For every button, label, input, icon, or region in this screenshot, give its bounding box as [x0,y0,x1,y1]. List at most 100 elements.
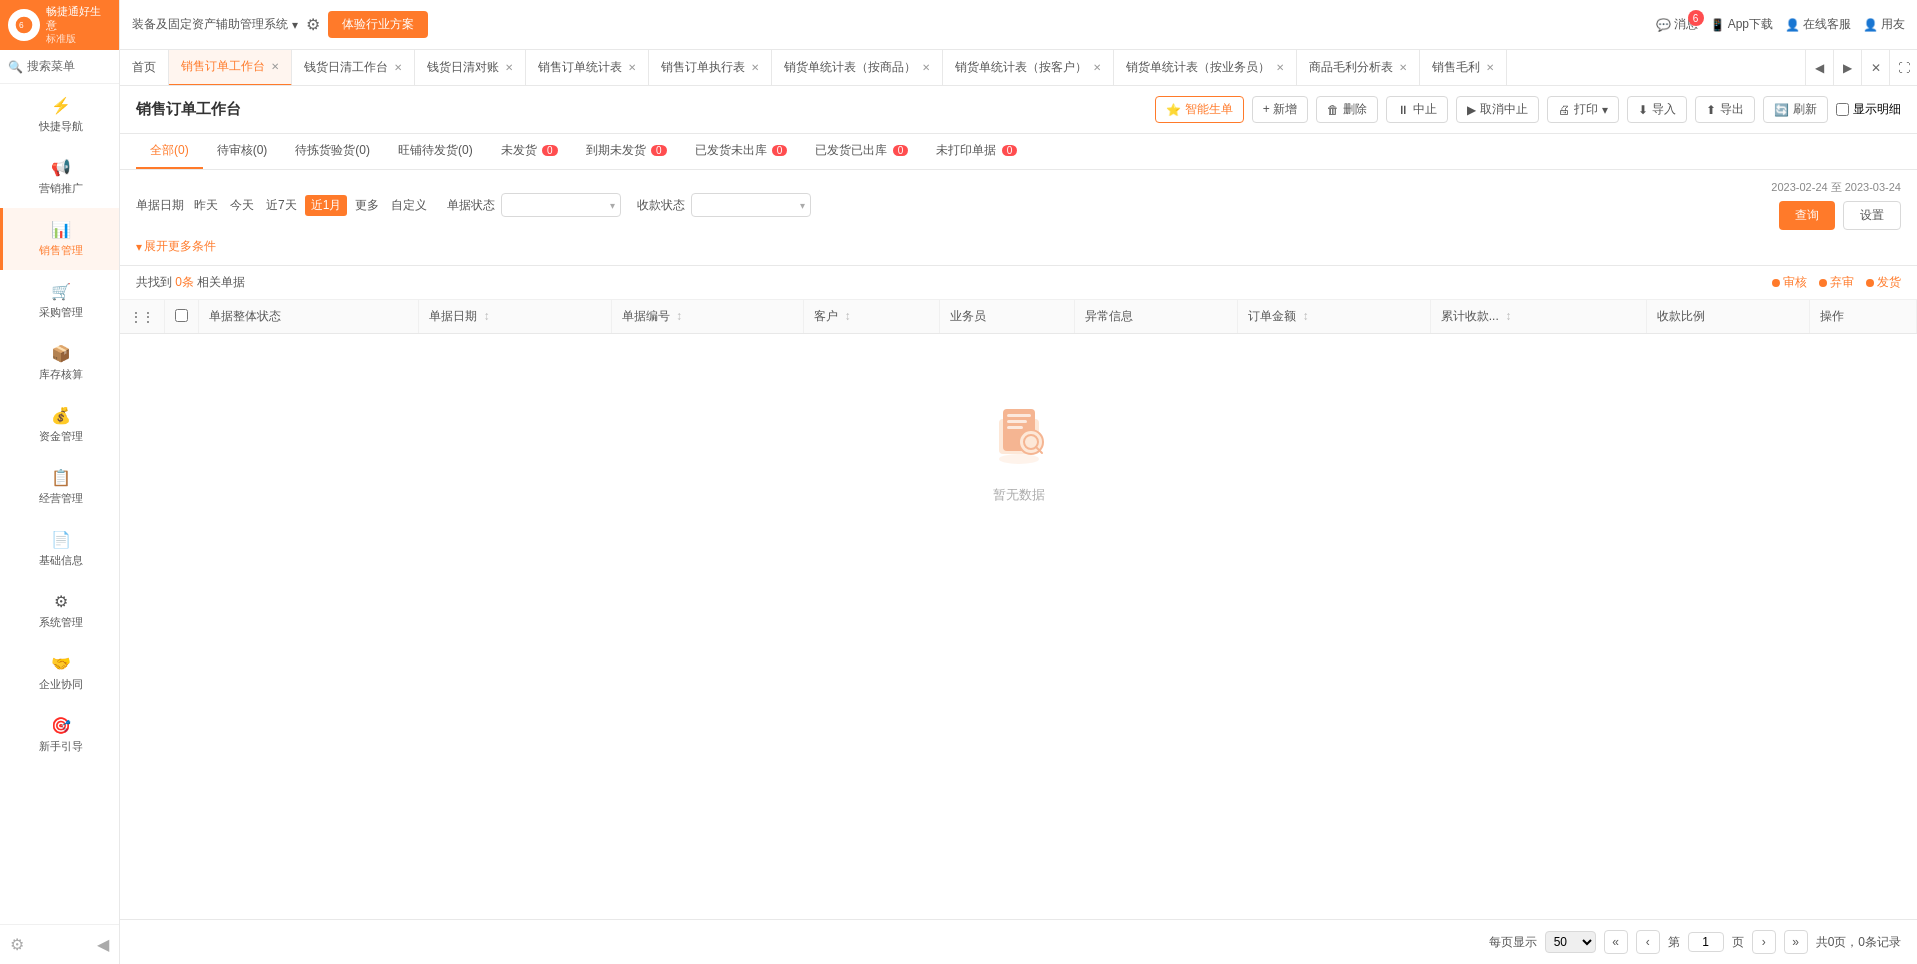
cancel-review-action-button[interactable]: 弃审 [1819,274,1854,291]
tab-cash-reconcile-close-icon[interactable]: ✕ [505,62,513,73]
date-option-custom[interactable]: 自定义 [387,195,431,216]
date-option-1month[interactable]: 近1月 [305,195,348,216]
filter-setting-button[interactable]: 设置 [1843,201,1901,230]
settings-icon[interactable]: ⚙ [10,935,24,954]
online-service-button[interactable]: 👤 在线客服 [1785,16,1851,33]
col-number[interactable]: 单据编号 ↕ [611,300,804,334]
delete-button[interactable]: 🗑 删除 [1316,96,1378,123]
system-title-dropdown[interactable]: 装备及固定资产辅助管理系统 ▾ [132,16,298,33]
print-button[interactable]: 🖨 打印 ▾ [1547,96,1619,123]
next-page-button[interactable]: › [1752,930,1776,954]
main-content: 装备及固定资产辅助管理系统 ▾ ⚙ 体验行业方案 💬 消息 6 📱 App下载 … [120,0,1917,964]
settings-gear-icon[interactable]: ⚙ [306,15,320,34]
filter-tab-shipped-not-out[interactable]: 已发货未出库 0 [681,134,802,169]
tab-sales-stats-product-close-icon[interactable]: ✕ [922,62,930,73]
export-button[interactable]: ⬆ 导出 [1695,96,1755,123]
filter-tab-not-shipped[interactable]: 未发货 0 [487,134,572,169]
cancel-suspend-button[interactable]: ▶ 取消中止 [1456,96,1539,123]
industry-solution-button[interactable]: 体验行业方案 [328,11,428,38]
col-staff[interactable]: 业务员 [939,300,1074,334]
tab-product-margin-close-icon[interactable]: ✕ [1399,62,1407,73]
sidebar-item-finance[interactable]: 💰 资金管理 [0,394,119,456]
tab-sales-order-stats-label: 销售订单统计表 [538,59,622,76]
sidebar-search[interactable]: 🔍 搜索菜单 [0,50,119,84]
filter-tab-shipped-out[interactable]: 已发货已出库 0 [801,134,922,169]
ship-action-button[interactable]: 发货 [1866,274,1901,291]
sidebar-item-enterprise[interactable]: 🤝 企业协同 [0,642,119,704]
review-action-button[interactable]: 审核 [1772,274,1807,291]
tab-sales-order-stats[interactable]: 销售订单统计表 ✕ [526,50,649,86]
tab-sales-order-close-icon[interactable]: ✕ [271,61,279,72]
tab-sales-stats-staff[interactable]: 销货单统计表（按业务员） ✕ [1114,50,1297,86]
last-page-button[interactable]: » [1784,930,1808,954]
collapse-icon[interactable]: ◀ [97,935,109,954]
finance-icon: 💰 [51,406,71,425]
refresh-button[interactable]: 🔄 刷新 [1763,96,1828,123]
date-option-today[interactable]: 今天 [226,195,258,216]
tab-sales-order-exec-close-icon[interactable]: ✕ [751,62,759,73]
date-option-7days[interactable]: 近7天 [262,195,301,216]
sidebar-item-operations[interactable]: 📋 经营管理 [0,456,119,518]
sidebar-item-system[interactable]: ⚙ 系统管理 [0,580,119,642]
tab-cash-daily-close-icon[interactable]: ✕ [394,62,402,73]
select-all-checkbox[interactable] [175,309,188,322]
sidebar-item-purchase[interactable]: 🛒 采购管理 [0,270,119,332]
tab-product-margin[interactable]: 商品毛利分析表 ✕ [1297,50,1420,86]
col-date[interactable]: 单据日期 ↕ [419,300,612,334]
sidebar-item-guide[interactable]: 🎯 新手引导 [0,704,119,766]
first-page-button[interactable]: « [1604,930,1628,954]
tab-scroll-left-button[interactable]: ◀ [1805,50,1833,86]
tab-cash-reconcile[interactable]: 钱货日清对账 ✕ [415,50,526,86]
tab-maximize-button[interactable]: ⛶ [1889,50,1917,86]
tab-close-all-button[interactable]: ✕ [1861,50,1889,86]
filter-tab-not-printed[interactable]: 未打印单据 0 [922,134,1031,169]
payment-select[interactable] [691,193,811,217]
date-option-yesterday[interactable]: 昨天 [190,195,222,216]
sidebar-item-quick-nav[interactable]: ⚡ 快捷导航 [0,84,119,146]
date-range-display: 2023-02-24 至 2023-03-24 [1771,180,1901,195]
tab-sales-profit[interactable]: 销售毛利 ✕ [1420,50,1507,86]
suspend-button[interactable]: ⏸ 中止 [1386,96,1448,123]
tab-sales-order-stats-close-icon[interactable]: ✕ [628,62,636,73]
tab-sales-order-workspace[interactable]: 销售订单工作台 ✕ [169,50,292,86]
sidebar-item-basic[interactable]: 📄 基础信息 [0,518,119,580]
add-button[interactable]: + 新增 [1252,96,1308,123]
message-button[interactable]: 💬 消息 6 [1656,16,1698,33]
per-page-select[interactable]: 50 100 [1545,931,1596,953]
query-button[interactable]: 查询 [1779,201,1835,230]
tab-sales-stats-product[interactable]: 销货单统计表（按商品） ✕ [772,50,943,86]
filter-tab-pending-check[interactable]: 待拣货验货(0) [281,134,384,169]
tab-home[interactable]: 首页 [120,50,169,86]
show-detail-checkbox[interactable]: 显示明细 [1836,101,1901,118]
col-checkbox[interactable] [165,300,199,334]
filter-tab-wangpu[interactable]: 旺铺待发货(0) [384,134,487,169]
page-input[interactable] [1688,932,1724,952]
show-detail-input[interactable] [1836,103,1849,116]
sidebar-item-inventory[interactable]: 📦 库存核算 [0,332,119,394]
date-option-more[interactable]: 更多 [351,195,383,216]
app-logo: 6 畅捷通好生意 标准版 [0,0,119,50]
user-menu[interactable]: 👤 用友 [1863,16,1905,33]
col-amount[interactable]: 订单金额 ↕ [1238,300,1431,334]
import-button[interactable]: ⬇ 导入 [1627,96,1687,123]
filter-tab-overdue[interactable]: 到期未发货 0 [572,134,681,169]
smart-order-button[interactable]: ⭐ 智能生单 [1155,96,1244,123]
tab-sales-order-exec[interactable]: 销售订单执行表 ✕ [649,50,772,86]
prev-page-button[interactable]: ‹ [1636,930,1660,954]
app-download-button[interactable]: 📱 App下载 [1710,16,1773,33]
tab-sales-stats-customer[interactable]: 销货单统计表（按客户） ✕ [943,50,1114,86]
col-customer[interactable]: 客户 ↕ [804,300,940,334]
tab-cash-daily[interactable]: 钱货日清工作台 ✕ [292,50,415,86]
tab-sales-stats-customer-close-icon[interactable]: ✕ [1093,62,1101,73]
sidebar-item-sales[interactable]: 📊 销售管理 [0,208,119,270]
tab-scroll-right-button[interactable]: ▶ [1833,50,1861,86]
expand-filters-button[interactable]: ▾ 展开更多条件 [136,238,1901,255]
content-area: 销售订单工作台 ⭐ 智能生单 + 新增 🗑 删除 ⏸ 中止 ▶ [120,86,1917,964]
col-collected[interactable]: 累计收款... ↕ [1430,300,1646,334]
status-select[interactable] [501,193,621,217]
filter-tab-all[interactable]: 全部(0) [136,134,203,169]
filter-tab-pending-review[interactable]: 待审核(0) [203,134,282,169]
tab-sales-stats-staff-close-icon[interactable]: ✕ [1276,62,1284,73]
tab-sales-profit-close-icon[interactable]: ✕ [1486,62,1494,73]
sidebar-item-marketing[interactable]: 📢 营销推广 [0,146,119,208]
